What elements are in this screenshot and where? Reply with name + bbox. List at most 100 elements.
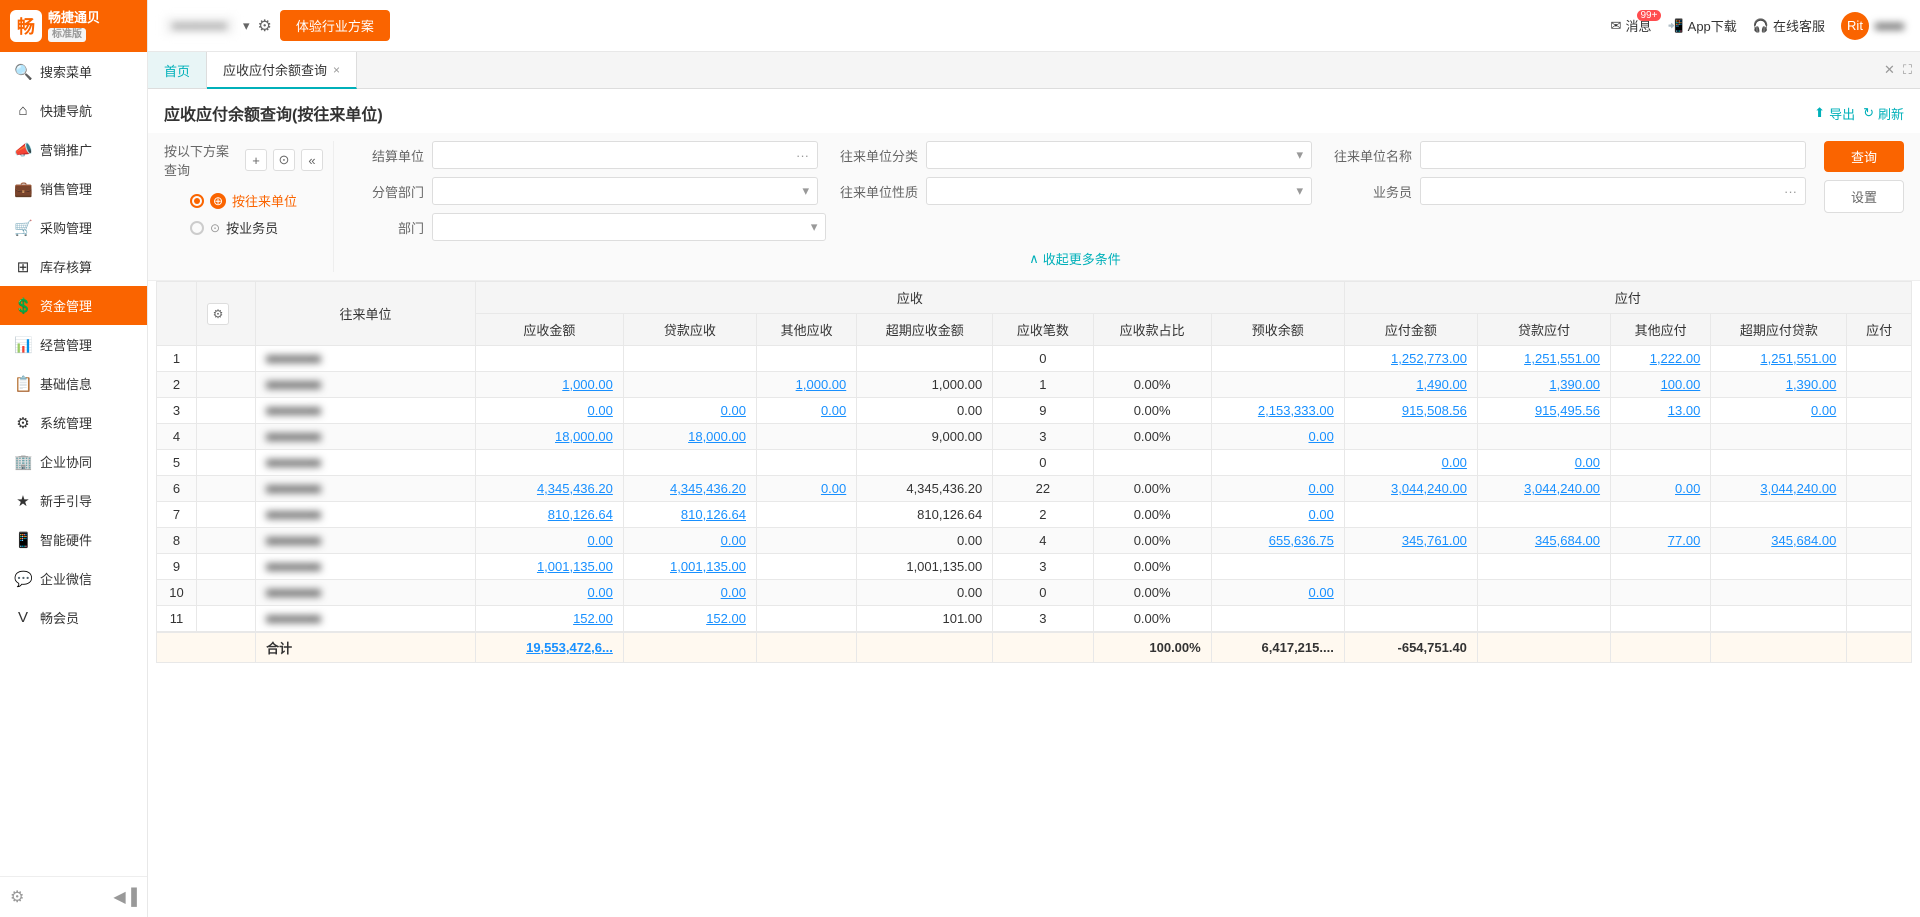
table-row: 10■■■■■■■0.000.000.0000.00%0.00 <box>157 580 1912 606</box>
partner-type-label: 往来单位性质 <box>838 182 918 201</box>
sidebar-item-enterprise[interactable]: 🏢 企业协同 <box>0 442 147 481</box>
tab-home[interactable]: 首页 <box>148 52 207 88</box>
scheme-by-staff[interactable]: ⊙ 按业务员 <box>184 216 323 239</box>
partner-category-label: 往来单位分类 <box>838 146 918 165</box>
field-settlement-unit: 结算单位 ··· <box>344 141 818 169</box>
table-settings-icon[interactable]: ⚙ <box>207 303 229 325</box>
message-icon: ✉ <box>1611 18 1622 34</box>
logo-icon: 畅 <box>10 10 42 42</box>
topbar-gear-btn[interactable]: ⚙ <box>258 16 272 36</box>
sidebar-item-guide[interactable]: ★ 新手引导 <box>0 481 147 520</box>
collapse-btn[interactable]: ∧ 收起更多条件 <box>1025 245 1125 272</box>
sidebar-settings-btn[interactable]: ⚙ <box>10 887 24 907</box>
field-dept-in-charge: 分管部门 ▾ <box>344 177 818 205</box>
scheme-partner-radio <box>190 194 204 208</box>
search-fields-wrapper: 结算单位 ··· 往来单位分类 ▾ <box>344 141 1806 272</box>
footer-prepay-balance: 6,417,215.... <box>1211 632 1344 663</box>
th-loan-pay: 贷款应付 <box>1477 314 1610 346</box>
refresh-btn[interactable]: ↻ 刷新 <box>1863 104 1904 123</box>
data-table: ⚙ 往来单位 应收 应付 应收金额 贷款应收 其他应收 超期应收金额 应收笔数 … <box>156 281 1912 663</box>
collapse-section: ∧ 收起更多条件 <box>344 245 1806 272</box>
export-btn[interactable]: ⬆ 导出 <box>1814 104 1855 123</box>
sidebar-item-quick-nav[interactable]: ⌂ 快捷导航 <box>0 91 147 130</box>
maximize-btn[interactable]: ⛶ <box>1903 62 1912 78</box>
th-recv-count: 应收笔数 <box>993 314 1093 346</box>
field-dept: 部门 ▾ <box>344 213 826 241</box>
tab-receivable-query[interactable]: 应收应付余额查询 × <box>207 52 357 89</box>
industry-plan-btn[interactable]: 体验行业方案 <box>280 10 390 41</box>
chevron-down-icon: ▾ <box>802 183 809 199</box>
sidebar-item-search-menu[interactable]: 🔍 搜索菜单 <box>0 52 147 91</box>
search-left-panel: 按以下方案查询 + ⊙ « ⊕ 按往来单位 <box>164 141 334 272</box>
th-prepay-balance: 预收余额 <box>1211 314 1344 346</box>
scheme-by-partner[interactable]: ⊕ 按往来单位 <box>184 189 323 212</box>
scheme-settings-btn[interactable]: ⊙ <box>273 149 295 171</box>
sidebar-item-basic[interactable]: 📋 基础信息 <box>0 364 147 403</box>
settlement-unit-input[interactable] <box>441 142 796 168</box>
search-row-2: 分管部门 ▾ 往来单位性质 ▾ <box>344 177 1806 205</box>
th-partner: 往来单位 <box>256 282 476 346</box>
sidebar-item-inventory[interactable]: ⊞ 库存核算 <box>0 247 147 286</box>
enterprise-icon: 🏢 <box>14 453 32 471</box>
sidebar-item-operations[interactable]: 📊 经营管理 <box>0 325 147 364</box>
app-download-btn[interactable]: 📲 App下载 <box>1667 16 1736 35</box>
sales-icon: 💼 <box>14 180 32 198</box>
topbar-right: ✉ 消息 99+ 📲 App下载 🎧 在线客服 Rit ■■■■ <box>1611 12 1904 40</box>
footer-recv-amount[interactable]: 19,553,472,6... <box>475 632 623 663</box>
finance-icon: 💲 <box>14 297 32 315</box>
partner-category-select[interactable]: ▾ <box>926 141 1312 169</box>
topbar-dropdown-btn[interactable]: ▾ <box>243 18 250 34</box>
dept-select[interactable]: ▾ <box>432 213 826 241</box>
field-partner-name: 往来单位名称 <box>1332 141 1806 169</box>
settlement-unit-ellipsis[interactable]: ··· <box>796 148 809 163</box>
sidebar-item-purchase[interactable]: 🛒 采购管理 <box>0 208 147 247</box>
salesperson-input[interactable] <box>1429 178 1784 204</box>
close-window-btn[interactable]: ✕ <box>1884 62 1895 78</box>
marketing-icon: 📣 <box>14 141 32 159</box>
page-container: 应收应付余额查询(按往来单位) ⬆ 导出 ↻ 刷新 按以下方案查询 <box>148 89 1920 917</box>
footer-pay-amount: -654,751.40 <box>1344 632 1477 663</box>
guide-icon: ★ <box>14 492 32 510</box>
settings-btn[interactable]: 设置 <box>1824 180 1904 213</box>
th-pay-col14: 应付 <box>1847 314 1912 346</box>
sidebar-item-member[interactable]: V 畅会员 <box>0 598 147 637</box>
salesperson-label: 业务员 <box>1332 182 1412 201</box>
tab-close-btn[interactable]: × <box>333 63 340 77</box>
online-service-btn[interactable]: 🎧 在线客服 <box>1753 16 1825 35</box>
sidebar-item-marketing[interactable]: 📣 营销推广 <box>0 130 147 169</box>
query-btn[interactable]: 查询 <box>1824 141 1904 172</box>
message-btn[interactable]: ✉ 消息 99+ <box>1611 16 1652 35</box>
sidebar-item-system[interactable]: ⚙ 系统管理 <box>0 403 147 442</box>
user-area[interactable]: Rit ■■■■ <box>1841 12 1904 40</box>
th-settings[interactable]: ⚙ <box>197 282 256 346</box>
partner-name-input[interactable] <box>1420 141 1806 169</box>
table-row: 11■■■■■■■152.00152.00101.0030.00% <box>157 606 1912 633</box>
sidebar-collapse-btn[interactable]: ◀▐ <box>113 887 137 907</box>
scheme-staff-radio <box>190 221 204 235</box>
dept-in-charge-select[interactable]: ▾ <box>432 177 818 205</box>
search-label: 按以下方案查询 <box>164 141 237 179</box>
scheme-list: ⊕ 按往来单位 ⊙ 按业务员 <box>184 189 323 239</box>
table-row: 3■■■■■■■0.000.000.000.0090.00%2,153,333.… <box>157 398 1912 424</box>
topbar: ■■■■■■■ ▾ ⚙ 体验行业方案 ✉ 消息 99+ 📲 App下载 🎧 在线… <box>148 0 1920 52</box>
search-area: 按以下方案查询 + ⊙ « ⊕ 按往来单位 <box>148 133 1920 281</box>
sidebar-item-finance[interactable]: 💲 资金管理 <box>0 286 147 325</box>
page-actions: ⬆ 导出 ↻ 刷新 <box>1814 104 1904 123</box>
scheme-back-btn[interactable]: « <box>301 149 323 171</box>
hardware-icon: 📱 <box>14 531 32 549</box>
collapse-icon: ∧ <box>1029 251 1039 267</box>
basic-icon: 📋 <box>14 375 32 393</box>
sidebar-item-hardware[interactable]: 📱 智能硬件 <box>0 520 147 559</box>
sidebar-bottom: ⚙ ◀▐ <box>0 876 147 917</box>
sidebar-item-sales[interactable]: 💼 销售管理 <box>0 169 147 208</box>
sidebar: 畅 畅捷通贝 标准版 🔍 搜索菜单 ⌂ 快捷导航 📣 营销推广 💼 销售管理 🛒… <box>0 0 148 917</box>
search-right-panel: 结算单位 ··· 往来单位分类 ▾ <box>334 141 1904 272</box>
table-container[interactable]: ⚙ 往来单位 应收 应付 应收金额 贷款应收 其他应收 超期应收金额 应收笔数 … <box>148 281 1920 917</box>
salesperson-ellipsis[interactable]: ··· <box>1784 184 1797 199</box>
partner-type-select[interactable]: ▾ <box>926 177 1312 205</box>
add-scheme-btn[interactable]: + <box>245 149 267 171</box>
sidebar-item-wechat[interactable]: 💬 企业微信 <box>0 559 147 598</box>
page-header: 应收应付余额查询(按往来单位) ⬆ 导出 ↻ 刷新 <box>148 89 1920 133</box>
settlement-unit-label: 结算单位 <box>344 146 424 165</box>
th-recv-ratio: 应收款占比 <box>1093 314 1211 346</box>
